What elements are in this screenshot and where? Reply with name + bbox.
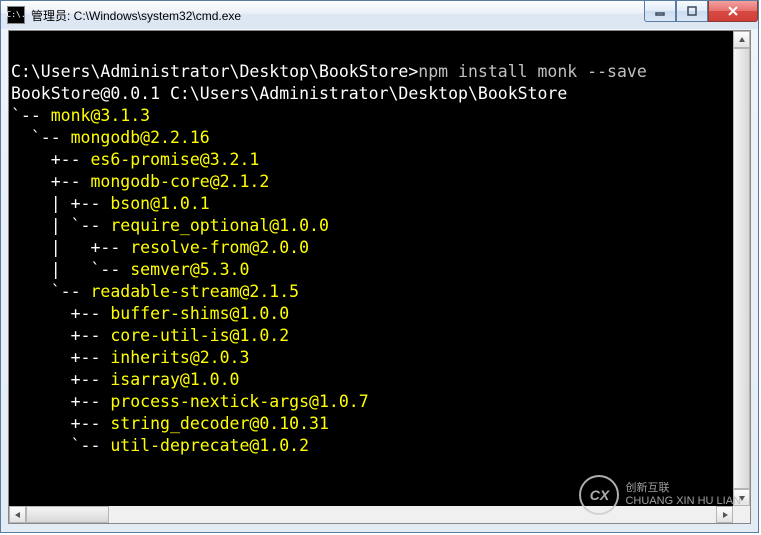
client-area: C:\Users\Administrator\Desktop\BookStore…	[8, 30, 751, 524]
vscroll-track[interactable]	[733, 48, 750, 489]
vertical-scrollbar[interactable]	[733, 31, 750, 506]
scroll-up-button[interactable]	[733, 31, 750, 48]
watermark: CX 创新互联 CHUANG XIN HU LIAN	[579, 475, 741, 515]
minimize-button[interactable]	[644, 1, 676, 22]
close-button[interactable]	[708, 1, 758, 22]
vscroll-thumb[interactable]	[733, 48, 750, 489]
watermark-line1: 创新互联	[625, 482, 741, 495]
hscroll-thumb[interactable]	[26, 506, 109, 523]
cmd-icon: C:\.	[7, 6, 25, 24]
scroll-left-button[interactable]	[9, 506, 26, 523]
window-title: 管理员: C:\Windows\system32\cmd.exe	[31, 7, 644, 24]
terminal-output: C:\Users\Administrator\Desktop\BookStore…	[9, 31, 733, 457]
maximize-button[interactable]	[676, 1, 708, 22]
watermark-line2: CHUANG XIN HU LIAN	[625, 495, 741, 508]
cmd-window: C:\. 管理员: C:\Windows\system32\cmd.exe C:…	[0, 0, 759, 533]
window-controls	[644, 1, 758, 21]
watermark-logo: CX	[579, 475, 619, 515]
titlebar[interactable]: C:\. 管理员: C:\Windows\system32\cmd.exe	[1, 1, 758, 29]
terminal-viewport[interactable]: C:\Users\Administrator\Desktop\BookStore…	[9, 31, 733, 506]
